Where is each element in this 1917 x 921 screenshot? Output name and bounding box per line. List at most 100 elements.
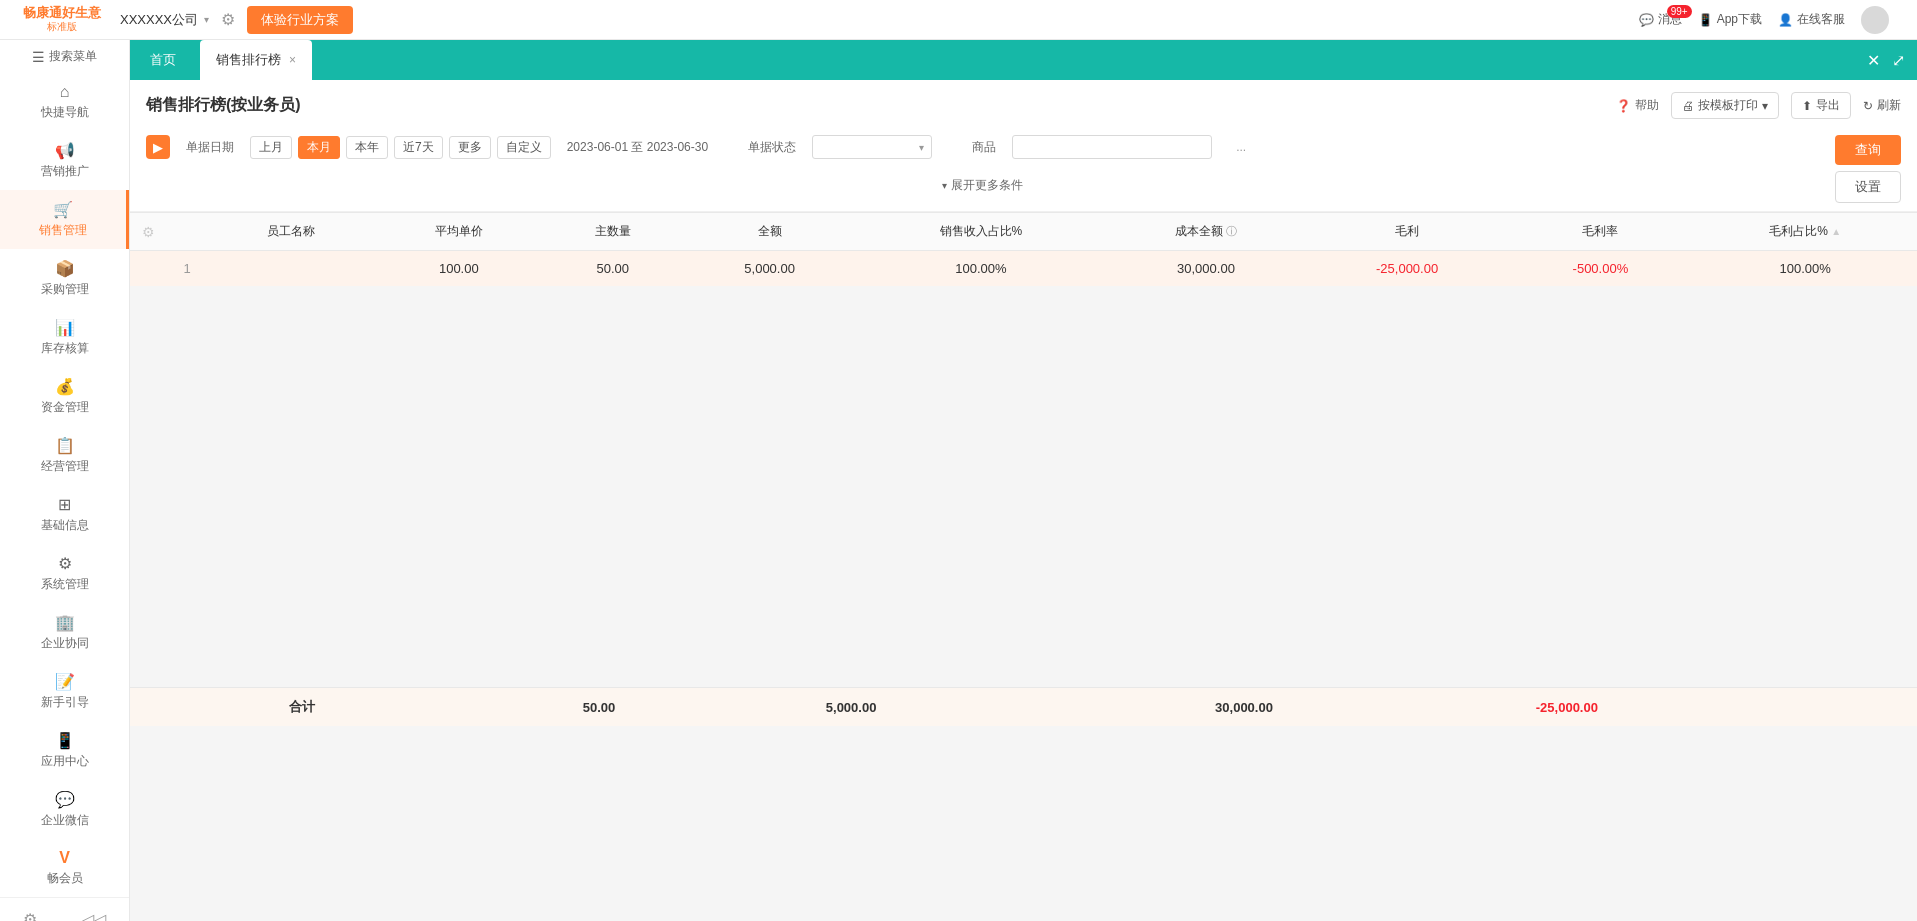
goods-input[interactable] <box>1012 135 1212 159</box>
sidebar-label-enterprise: 企业协同 <box>41 635 89 652</box>
date-btn-this-month[interactable]: 本月 <box>298 136 340 159</box>
settings-icon[interactable]: ⚙ <box>221 10 235 29</box>
sidebar-item-wechat[interactable]: 💬 企业微信 <box>0 780 129 839</box>
help-icon: ❓ <box>1616 99 1631 113</box>
filter-ellipsis[interactable]: ... <box>1236 140 1246 154</box>
tab-home[interactable]: 首页 <box>130 40 196 80</box>
tab-home-label: 首页 <box>150 51 176 69</box>
sidebar-item-inventory[interactable]: 📊 库存核算 <box>0 308 129 367</box>
sidebar-item-marketing[interactable]: 📢 营销推广 <box>0 131 129 190</box>
sidebar-collapse-icon[interactable]: ◁◁ <box>82 910 106 921</box>
sidebar-label-system: 系统管理 <box>41 576 89 593</box>
filter-actions: 查询 设置 <box>1835 135 1901 203</box>
cell-quantity: 50.00 <box>543 251 683 287</box>
date-btn-more[interactable]: 更多 <box>449 136 491 159</box>
gross-pct-sort-icon[interactable]: ▲ <box>1831 226 1841 237</box>
sidebar-label-guide: 新手引导 <box>41 694 89 711</box>
message-btn[interactable]: 💬 消息 99+ <box>1639 11 1682 28</box>
status-select[interactable] <box>812 135 932 159</box>
date-btn-custom[interactable]: 自定义 <box>497 136 551 159</box>
page-header-actions: ❓ 帮助 🖨 按模板打印 ▾ ⬆ 导出 <box>1616 92 1901 119</box>
col-cost: 成本全额 ⓘ <box>1105 213 1306 251</box>
col-settings-icon[interactable]: ⚙ <box>142 224 155 240</box>
page-title: 销售排行榜(按业务员) <box>146 95 301 116</box>
sidebar-label-sales: 销售管理 <box>39 222 87 239</box>
tab-close-icon[interactable]: × <box>289 53 296 67</box>
cell-gross: -25,000.00 <box>1307 251 1508 287</box>
cell-settings <box>130 251 167 287</box>
trial-button[interactable]: 体验行业方案 <box>247 6 353 34</box>
member-icon: V <box>59 849 70 867</box>
app-logo: 畅康通好生意 标准版 <box>12 5 112 35</box>
goods-filter-label: 商品 <box>972 139 996 156</box>
footer-cell-gross-pct <box>1825 688 1917 727</box>
filter-area: ▶ 单据日期 上月 本月 本年 近7天 更多 自定义 <box>130 127 1917 212</box>
app-download-btn[interactable]: 📱 App下载 <box>1698 11 1762 28</box>
refresh-icon: ↻ <box>1863 99 1873 113</box>
refresh-button[interactable]: ↻ 刷新 <box>1863 97 1901 114</box>
sidebar-item-shortcut[interactable]: ⌂ 快捷导航 <box>0 73 129 131</box>
sidebar-item-sales[interactable]: 🛒 销售管理 <box>0 190 129 249</box>
status-filter-label: 单据状态 <box>748 139 796 156</box>
date-buttons: 上月 本月 本年 近7天 更多 自定义 <box>250 136 551 159</box>
sidebar-item-system[interactable]: ⚙ 系统管理 <box>0 544 129 603</box>
cost-info-icon[interactable]: ⓘ <box>1226 225 1237 237</box>
export-button[interactable]: ⬆ 导出 <box>1791 92 1851 119</box>
sidebar-label-wechat: 企业微信 <box>41 812 89 829</box>
online-service-btn[interactable]: 👤 在线客服 <box>1778 11 1845 28</box>
sidebar-label-apps: 应用中心 <box>41 753 89 770</box>
print-button[interactable]: 🖨 按模板打印 ▾ <box>1671 92 1779 119</box>
sidebar-item-operation[interactable]: 📋 经营管理 <box>0 426 129 485</box>
table-container: ⚙ 员工名称 平均单价 主数量 全额 销售收入占比% 成本全额 ⓘ 毛利 <box>130 212 1917 287</box>
print-icon: 🖨 <box>1682 99 1694 113</box>
sidebar-item-member[interactable]: V 畅会员 <box>0 839 129 897</box>
sidebar-item-basic[interactable]: ⊞ 基础信息 <box>0 485 129 544</box>
guide-icon: 📝 <box>55 672 75 691</box>
col-settings: ⚙ <box>130 213 167 251</box>
sidebar-label-basic: 基础信息 <box>41 517 89 534</box>
table-header-row: ⚙ 员工名称 平均单价 主数量 全额 销售收入占比% 成本全额 ⓘ 毛利 <box>130 213 1917 251</box>
sidebar-item-guide[interactable]: 📝 新手引导 <box>0 662 129 721</box>
help-label: 帮助 <box>1635 97 1659 114</box>
print-arrow-icon: ▾ <box>1762 99 1768 113</box>
sidebar-item-apps[interactable]: 📱 应用中心 <box>0 721 129 780</box>
app-icon: 📱 <box>1698 13 1713 27</box>
date-btn-7days[interactable]: 近7天 <box>394 136 443 159</box>
date-btn-last-month[interactable]: 上月 <box>250 136 292 159</box>
tab-maximize-icon[interactable]: ⤢ <box>1892 51 1905 70</box>
export-icon: ⬆ <box>1802 99 1812 113</box>
sidebar-item-enterprise[interactable]: 🏢 企业协同 <box>0 603 129 662</box>
operation-icon: 📋 <box>55 436 75 455</box>
export-label: 导出 <box>1816 97 1840 114</box>
enterprise-icon: 🏢 <box>55 613 75 632</box>
sidebar-item-search[interactable]: ☰ 搜索菜单 <box>0 40 129 73</box>
query-button[interactable]: 查询 <box>1835 135 1901 165</box>
col-quantity: 主数量 <box>543 213 683 251</box>
help-button[interactable]: ❓ 帮助 <box>1616 97 1659 114</box>
sidebar-gear-icon[interactable]: ⚙ <box>23 910 37 921</box>
date-btn-this-year[interactable]: 本年 <box>346 136 388 159</box>
filter-expand-icon[interactable]: ▶ <box>146 135 170 159</box>
tab-close-window-icon[interactable]: ✕ <box>1867 51 1880 70</box>
tab-sales-ranking[interactable]: 销售排行榜 × <box>200 40 312 80</box>
expand-more-label: 展开更多条件 <box>951 177 1023 194</box>
system-icon: ⚙ <box>58 554 72 573</box>
sales-icon: 🛒 <box>53 200 73 219</box>
avatar[interactable] <box>1861 6 1889 34</box>
print-label: 按模板打印 <box>1698 97 1758 114</box>
settings-button[interactable]: 设置 <box>1835 171 1901 203</box>
date-range-display: 2023-06-01 至 2023-06-30 <box>567 139 708 156</box>
expand-more-btn[interactable]: ▾ 展开更多条件 <box>923 177 1043 194</box>
footer-cell-cost: 30,000.00 <box>1087 688 1402 727</box>
footer-cell-quantity: 50.00 <box>490 688 707 727</box>
sidebar-label-shortcut: 快捷导航 <box>41 104 89 121</box>
status-select-wrap: ▾ <box>812 135 932 159</box>
sidebar-item-finance[interactable]: 💰 资金管理 <box>0 367 129 426</box>
cell-sales-pct: 100.00% <box>857 251 1106 287</box>
col-sales-pct: 销售收入占比% <box>857 213 1106 251</box>
inventory-icon: 📊 <box>55 318 75 337</box>
company-selector[interactable]: XXXXXX公司 ▾ <box>120 11 209 29</box>
finance-icon: 💰 <box>55 377 75 396</box>
sidebar-item-purchase[interactable]: 📦 采购管理 <box>0 249 129 308</box>
col-gross-pct: 毛利占比% ▲ <box>1693 213 1917 251</box>
